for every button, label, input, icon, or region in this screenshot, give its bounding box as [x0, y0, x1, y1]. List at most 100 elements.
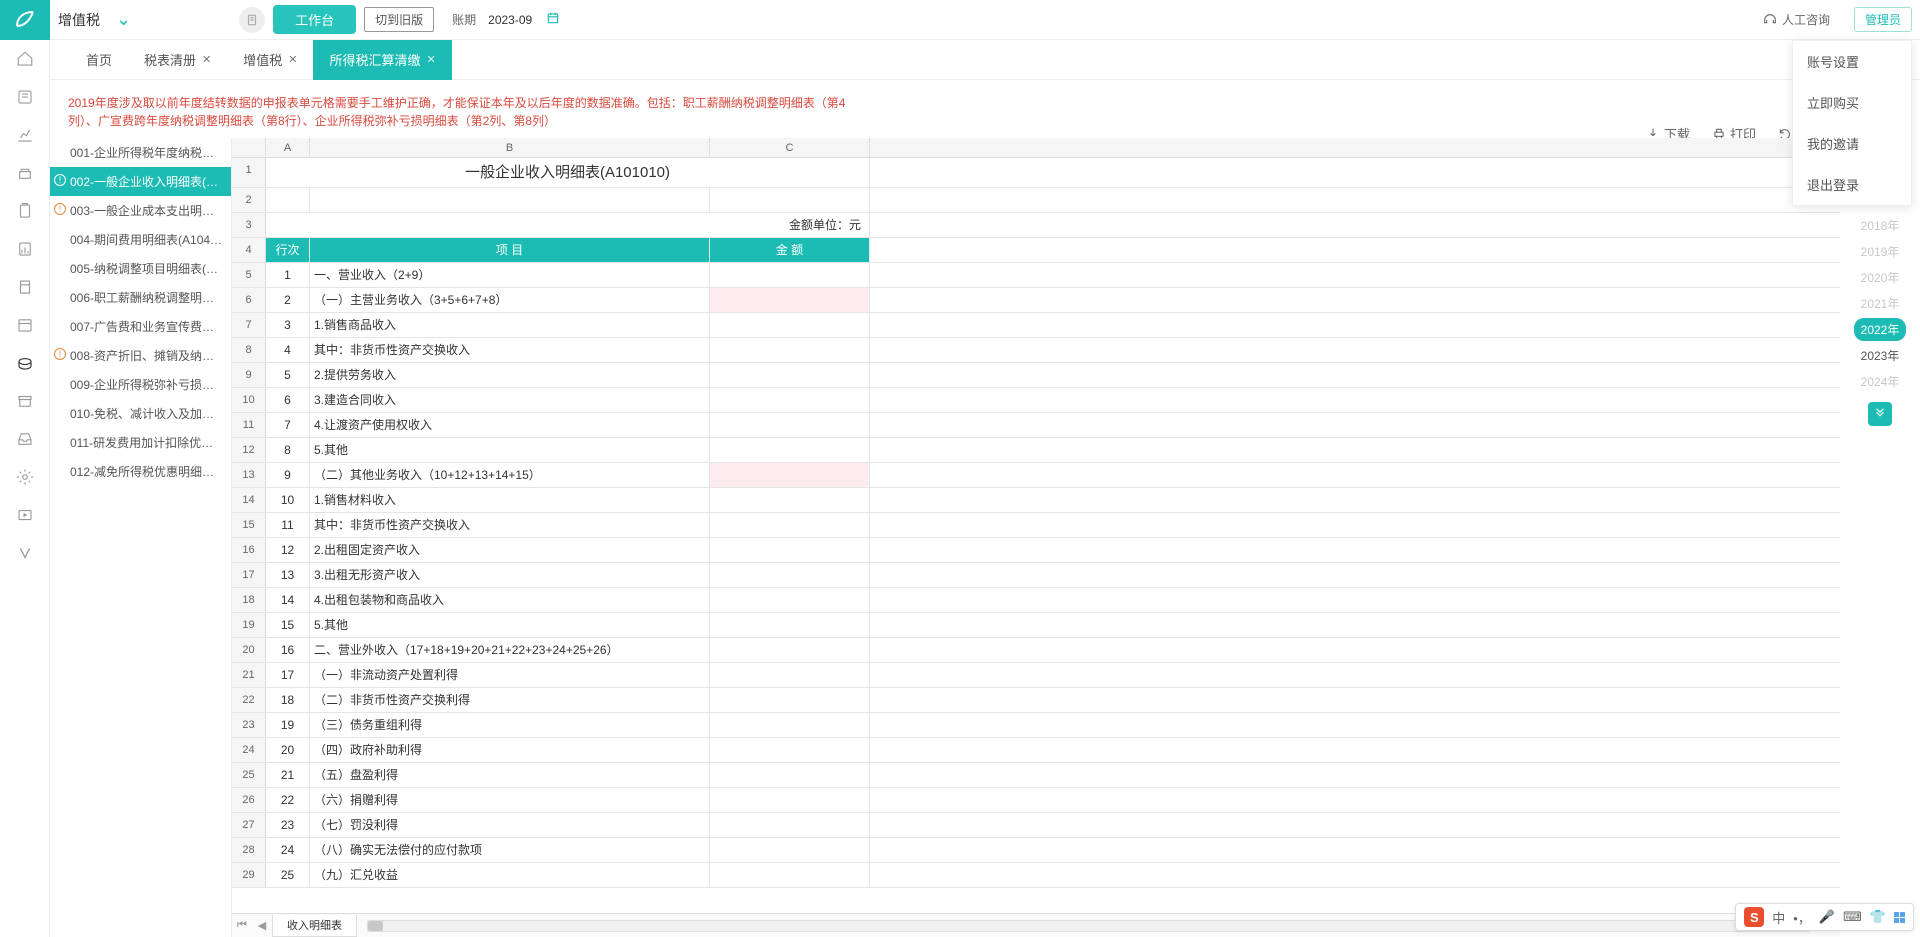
year-expand-icon[interactable] [1868, 402, 1892, 426]
cell[interactable]: 一、营业收入（2+9） [310, 263, 710, 287]
cell[interactable] [710, 513, 870, 537]
cell[interactable]: 6 [266, 388, 310, 412]
cell[interactable] [710, 588, 870, 612]
cell[interactable]: 14 [266, 588, 310, 612]
cell[interactable]: 8 [266, 438, 310, 462]
cell[interactable]: 13 [266, 563, 310, 587]
cell[interactable] [710, 663, 870, 687]
cell[interactable]: 行次 [266, 238, 310, 262]
cell[interactable] [710, 488, 870, 512]
col-header-a[interactable]: A [266, 138, 310, 157]
calendar-icon[interactable] [546, 11, 560, 28]
year-option[interactable]: 2020年 [1854, 266, 1906, 289]
year-option[interactable]: 2018年 [1854, 214, 1906, 237]
cell[interactable]: 其中：非货币性资产交换收入 [310, 338, 710, 362]
row-number[interactable]: 18 [232, 588, 266, 612]
cell[interactable]: 2 [266, 288, 310, 312]
cell[interactable]: 5.其他 [310, 613, 710, 637]
cell[interactable]: 2.出租固定资产收入 [310, 538, 710, 562]
cell[interactable] [710, 413, 870, 437]
cell[interactable]: 12 [266, 538, 310, 562]
year-option[interactable]: 2022年 [1854, 318, 1906, 341]
form-list-item[interactable]: 009-企业所得税弥补亏损明... [50, 370, 231, 399]
menu-buy-now[interactable]: 立即购买 [1793, 82, 1911, 123]
cell[interactable]: （七）罚没利得 [310, 813, 710, 837]
ime-keyboard-icon[interactable]: ⌨ [1843, 909, 1862, 925]
workbench-button[interactable]: 工作台 [273, 5, 356, 34]
rail-tax-icon[interactable] [0, 344, 50, 382]
rail-video-icon[interactable] [0, 496, 50, 534]
doc-circle-icon[interactable] [239, 7, 265, 33]
cell[interactable]: 19 [266, 713, 310, 737]
cell[interactable] [710, 738, 870, 762]
cell[interactable]: 10 [266, 488, 310, 512]
cell[interactable]: 一般企业收入明细表(A101010) [266, 158, 870, 188]
cell[interactable]: 25 [266, 863, 310, 887]
row-number[interactable]: 3 [232, 213, 266, 237]
year-option[interactable]: 2023年 [1854, 344, 1906, 367]
cell[interactable]: （五）盘盈利得 [310, 763, 710, 787]
cell[interactable]: 21 [266, 763, 310, 787]
row-number[interactable]: 5 [232, 263, 266, 287]
year-option[interactable]: 2021年 [1854, 292, 1906, 315]
row-number[interactable]: 15 [232, 513, 266, 537]
cell[interactable] [710, 388, 870, 412]
rail-settings-icon[interactable] [0, 458, 50, 496]
grid-body[interactable]: 1一般企业收入明细表(A101010)23金额单位：元4行次项 目金 额51一、… [232, 158, 1840, 913]
cell[interactable]: 5 [266, 363, 310, 387]
row-number[interactable]: 23 [232, 713, 266, 737]
cell[interactable]: 3 [266, 313, 310, 337]
cell[interactable]: 23 [266, 813, 310, 837]
menu-logout[interactable]: 退出登录 [1793, 164, 1911, 205]
cell[interactable] [710, 613, 870, 637]
cell[interactable]: 4.出租包装物和商品收入 [310, 588, 710, 612]
consult-link[interactable]: 人工咨询 [1762, 11, 1830, 28]
sheet-nav-prev-icon[interactable]: ◀ [252, 919, 272, 932]
cell[interactable]: 20 [266, 738, 310, 762]
row-number[interactable]: 27 [232, 813, 266, 837]
row-number[interactable]: 17 [232, 563, 266, 587]
app-logo[interactable] [0, 0, 50, 40]
rail-money-icon[interactable] [0, 154, 50, 192]
cell[interactable]: 1 [266, 263, 310, 287]
cell[interactable]: 二、营业外收入（17+18+19+20+21+22+23+24+25+26） [310, 638, 710, 662]
cell[interactable]: 24 [266, 838, 310, 862]
row-number[interactable]: 1 [232, 158, 266, 187]
rail-calendar-icon[interactable] [0, 306, 50, 344]
switch-old-button[interactable]: 切到旧版 [364, 7, 434, 32]
cell[interactable]: 18 [266, 688, 310, 712]
cell[interactable] [710, 313, 870, 337]
row-number[interactable]: 8 [232, 338, 266, 362]
cell[interactable] [310, 188, 710, 212]
cell[interactable] [710, 563, 870, 587]
rail-v-icon[interactable] [0, 534, 50, 572]
cell[interactable]: 1.销售材料收入 [310, 488, 710, 512]
corner-cell[interactable] [232, 138, 266, 157]
ime-mic-icon[interactable]: 🎤 [1819, 909, 1835, 925]
ime-toolbar[interactable]: S 中 •， 🎤 ⌨ 👕 [1735, 903, 1914, 931]
row-number[interactable]: 22 [232, 688, 266, 712]
cell[interactable] [266, 188, 310, 212]
rail-report-icon[interactable] [0, 230, 50, 268]
ime-skin-icon[interactable]: 👕 [1870, 909, 1886, 925]
row-number[interactable]: 9 [232, 363, 266, 387]
cell[interactable] [710, 688, 870, 712]
tab-close-icon[interactable]: ✕ [202, 53, 211, 66]
period-value[interactable]: 2023-09 [488, 13, 532, 27]
row-number[interactable]: 26 [232, 788, 266, 812]
year-option[interactable]: 2024年 [1854, 370, 1906, 393]
col-header-c[interactable]: C [710, 138, 870, 157]
cell[interactable]: （三）债务重组利得 [310, 713, 710, 737]
cell[interactable] [710, 713, 870, 737]
row-number[interactable]: 28 [232, 838, 266, 862]
cell[interactable]: （六）捐赠利得 [310, 788, 710, 812]
form-list-item[interactable]: 011-研发费用加计扣除优惠... [50, 428, 231, 457]
form-list-item[interactable]: 005-纳税调整项目明细表(A1... [50, 254, 231, 283]
row-number[interactable]: 6 [232, 288, 266, 312]
menu-account-settings[interactable]: 账号设置 [1793, 41, 1911, 82]
cell[interactable]: 4.让渡资产使用权收入 [310, 413, 710, 437]
cell[interactable]: 7 [266, 413, 310, 437]
form-list-item[interactable]: 004-期间费用明细表(A1040... [50, 225, 231, 254]
row-number[interactable]: 21 [232, 663, 266, 687]
row-number[interactable]: 11 [232, 413, 266, 437]
